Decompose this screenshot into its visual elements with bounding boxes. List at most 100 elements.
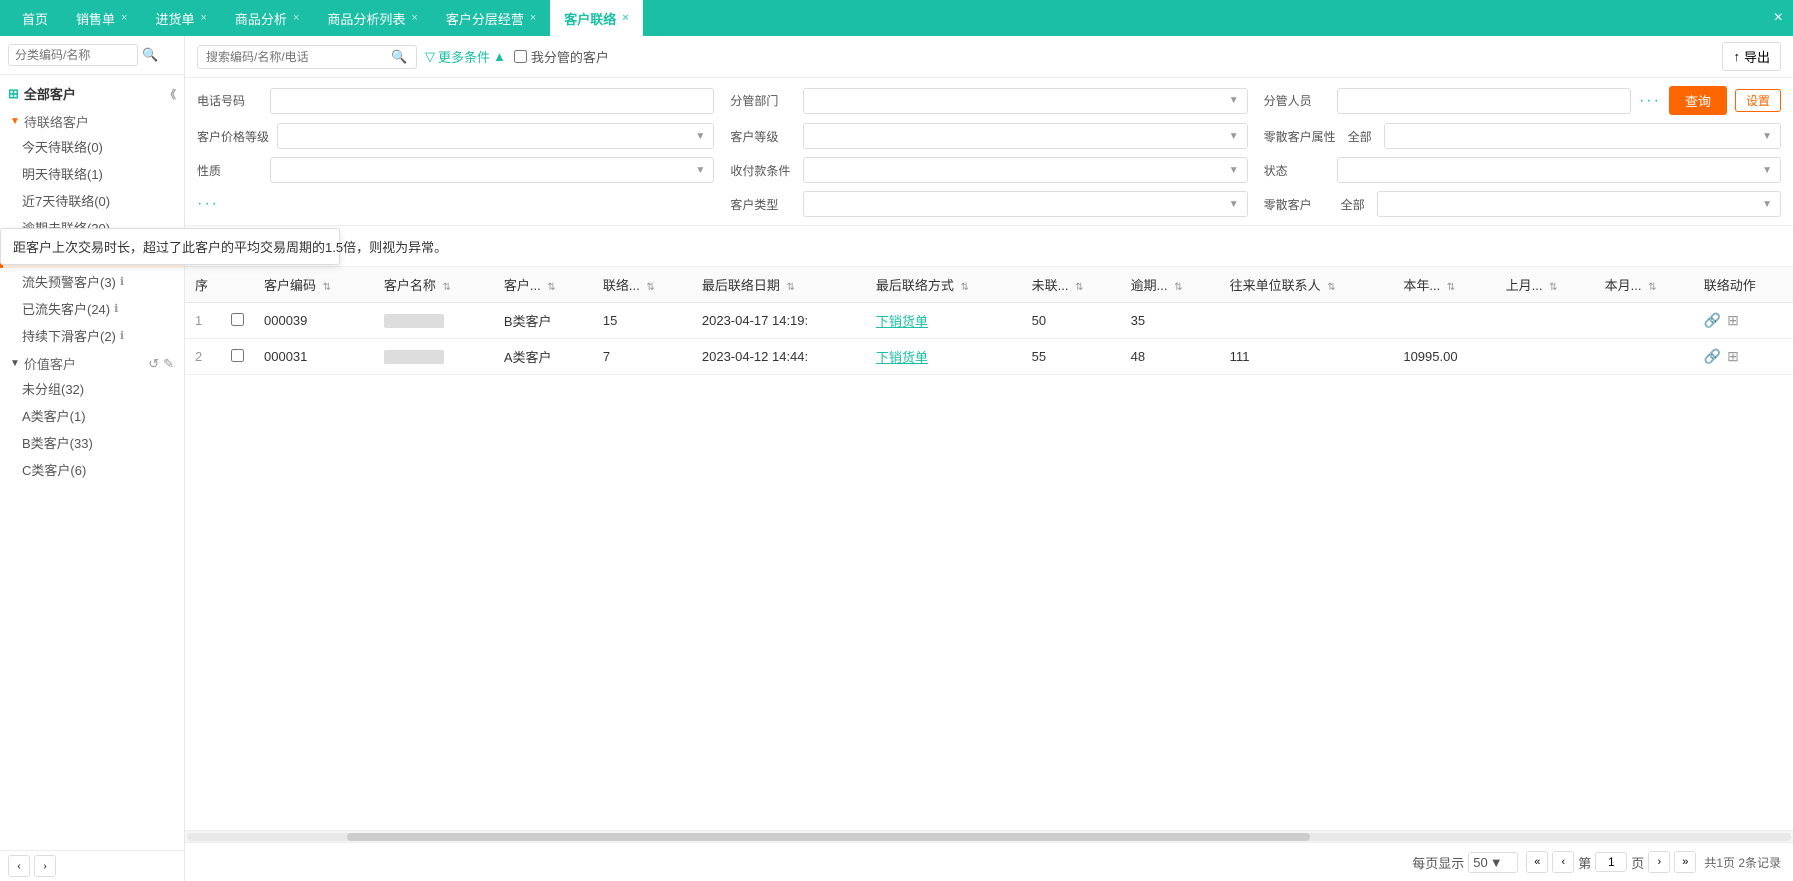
sidebar-next-button[interactable]: › [34,855,56,877]
edit-icon[interactable]: ✎ [163,356,174,372]
col-level[interactable]: 客户... ⇅ [494,267,593,303]
sidebar-item-churned[interactable]: 已流失客户(24) ℹ [0,295,184,322]
next-page-button[interactable]: › [1648,851,1670,873]
sidebar-item-a-class[interactable]: A类客户(1) [0,402,184,429]
prev-page-button[interactable]: ‹ [1552,851,1574,873]
close-purchase-tab[interactable]: × [200,12,206,24]
col-last-month[interactable]: 上月... ⇅ [1496,267,1595,303]
price-level-select[interactable]: ▼ [277,123,714,149]
close-customer-contact-tab[interactable]: × [622,12,628,24]
retail-attr-select[interactable]: ▼ [1384,123,1781,149]
sidebar-search-icon[interactable]: 🔍 [142,47,158,63]
cell-overdue: 35 [1121,303,1220,339]
sidebar-item-churn-warning[interactable]: 流失预警客户(3) ℹ [0,268,184,295]
col-this-month[interactable]: 本月... ⇅ [1595,267,1694,303]
col-last-date[interactable]: 最后联络日期 ⇅ [692,267,866,303]
sidebar-item-b-class[interactable]: B类客户(33) [0,429,184,456]
cell-last-method[interactable]: 下销货单 [866,303,1022,339]
col-code[interactable]: 客户编码 ⇅ [254,267,374,303]
row-checkbox-0[interactable] [231,313,244,326]
col-overdue[interactable]: 逾期... ⇅ [1121,267,1220,303]
sidebar-search-input[interactable] [8,44,138,66]
cell-last-method[interactable]: 下销货单 [866,339,1022,375]
col-company-contact[interactable]: 往来单位联系人 ⇅ [1220,267,1394,303]
collapse-icon[interactable]: 《 [165,86,176,102]
top-navigation: 首页 销售单 × 进货单 × 商品分析 × 商品分析列表 × 客户分层经营 × … [0,0,1793,36]
window-close-button[interactable]: × [1774,9,1783,27]
query-button[interactable]: 查询 [1669,86,1727,115]
nav-purchase[interactable]: 进货单 × [141,0,220,36]
retail-customer-select[interactable]: ▼ [1377,191,1781,217]
cell-last-month [1496,303,1595,339]
all-customers-header[interactable]: ⊞ 全部客户 《 [0,79,184,108]
phone-input[interactable] [270,88,714,114]
refresh-icon[interactable]: ↺ [148,356,159,372]
export-button[interactable]: ↑ 导出 [1722,42,1781,71]
sidebar-item-7days[interactable]: 近7天待联络(0) [0,187,184,214]
action-grid-icon[interactable]: ⊞ [1727,348,1739,365]
customer-type-label: 客户类型 [730,196,795,213]
action-link-icon[interactable]: 🔗 [1704,312,1721,329]
action-link-icon[interactable]: 🔗 [1704,348,1721,365]
col-last-method[interactable]: 最后联络方式 ⇅ [866,267,1022,303]
per-page-dropdown[interactable]: 50 ▼ [1468,852,1518,873]
nav-product-analysis[interactable]: 商品分析 × [221,0,313,36]
last-page-button[interactable]: » [1674,851,1696,873]
scroll-thumb[interactable] [347,833,1309,841]
manager-more-icon[interactable]: ··· [1639,92,1661,110]
nature-select[interactable]: ▼ [270,157,714,183]
customer-level-select[interactable]: ▼ [803,123,1247,149]
sidebar-prev-button[interactable]: ‹ [8,855,30,877]
sidebar-bottom-controls: ‹ › [0,850,184,881]
filter-search-input[interactable] [206,50,391,64]
sidebar-item-declining[interactable]: 持续下滑客户(2) ℹ [0,322,184,349]
customer-type-select[interactable]: ▼ [803,191,1247,217]
nav-sales[interactable]: 销售单 × [62,0,141,36]
pending-contact-group[interactable]: ▼ 待联络客户 [0,108,184,133]
close-customer-tier-tab[interactable]: × [530,12,536,24]
col-uncontacted[interactable]: 未联... ⇅ [1022,267,1121,303]
payment-select[interactable]: ▼ [803,157,1247,183]
filter-row-dept: 分管部门 ▼ [730,86,1247,115]
customer-level-label: 客户等级 [730,128,795,145]
nav-home[interactable]: 首页 [8,0,62,36]
cell-this-year [1393,303,1495,339]
close-product-analysis-tab[interactable]: × [293,12,299,24]
cell-checkbox[interactable] [221,339,254,375]
info-icon-declining[interactable]: ℹ [120,329,124,342]
col-name[interactable]: 客户名称 ⇅ [374,267,494,303]
sidebar-item-ungrouped[interactable]: 未分组(32) [0,375,184,402]
nav-product-analysis-list[interactable]: 商品分析列表 × [313,0,431,36]
sidebar-item-c-class[interactable]: C类客户(6) [0,456,184,483]
filter-search-icon[interactable]: 🔍 [391,49,407,65]
filter-more-dots[interactable]: ··· [197,195,219,213]
filter-row-payment: 收付款条件 ▼ [730,157,1247,183]
info-icon-churned[interactable]: ℹ [114,302,118,315]
sidebar-item-today[interactable]: 今天待联络(0) [0,133,184,160]
horizontal-scrollbar[interactable] [185,830,1793,842]
dept-select[interactable]: ▼ [803,88,1247,114]
action-grid-icon[interactable]: ⊞ [1727,312,1739,329]
cell-checkbox[interactable] [221,303,254,339]
settings-button[interactable]: 设置 [1735,89,1781,112]
status-select[interactable]: ▼ [1337,157,1781,183]
first-page-button[interactable]: « [1526,851,1548,873]
nav-customer-tier[interactable]: 客户分层经营 × [432,0,550,36]
page-input[interactable] [1595,852,1627,872]
manager-input[interactable] [1337,88,1631,114]
nav-customer-contact[interactable]: 客户联络 × [550,0,642,36]
close-sales-tab[interactable]: × [121,12,127,24]
info-icon-churn[interactable]: ℹ [120,275,124,288]
row-checkbox-1[interactable] [231,349,244,362]
filter-row-customer-type: 客户类型 ▼ [730,191,1247,217]
more-conditions-btn[interactable]: ▽ 更多条件 ▲ [425,47,506,66]
my-customers-checkbox[interactable] [514,50,527,63]
col-this-year[interactable]: 本年... ⇅ [1393,267,1495,303]
col-contact-count[interactable]: 联络... ⇅ [593,267,692,303]
sidebar: 🔍 ⊞ 全部客户 《 ▼ 待联络客户 今天待联络(0) 明天待联络(1) 近7天… [0,36,185,881]
filter-row-customer-level: 客户等级 ▼ [730,123,1247,149]
close-product-analysis-list-tab[interactable]: × [411,12,417,24]
sidebar-item-tomorrow[interactable]: 明天待联络(1) [0,160,184,187]
payment-label: 收付款条件 [730,162,795,179]
table-wrapper[interactable]: 序 客户编码 ⇅ 客户名称 ⇅ 客户... ⇅ 联络... ⇅ 最后联络日期 ⇅… [185,267,1793,830]
